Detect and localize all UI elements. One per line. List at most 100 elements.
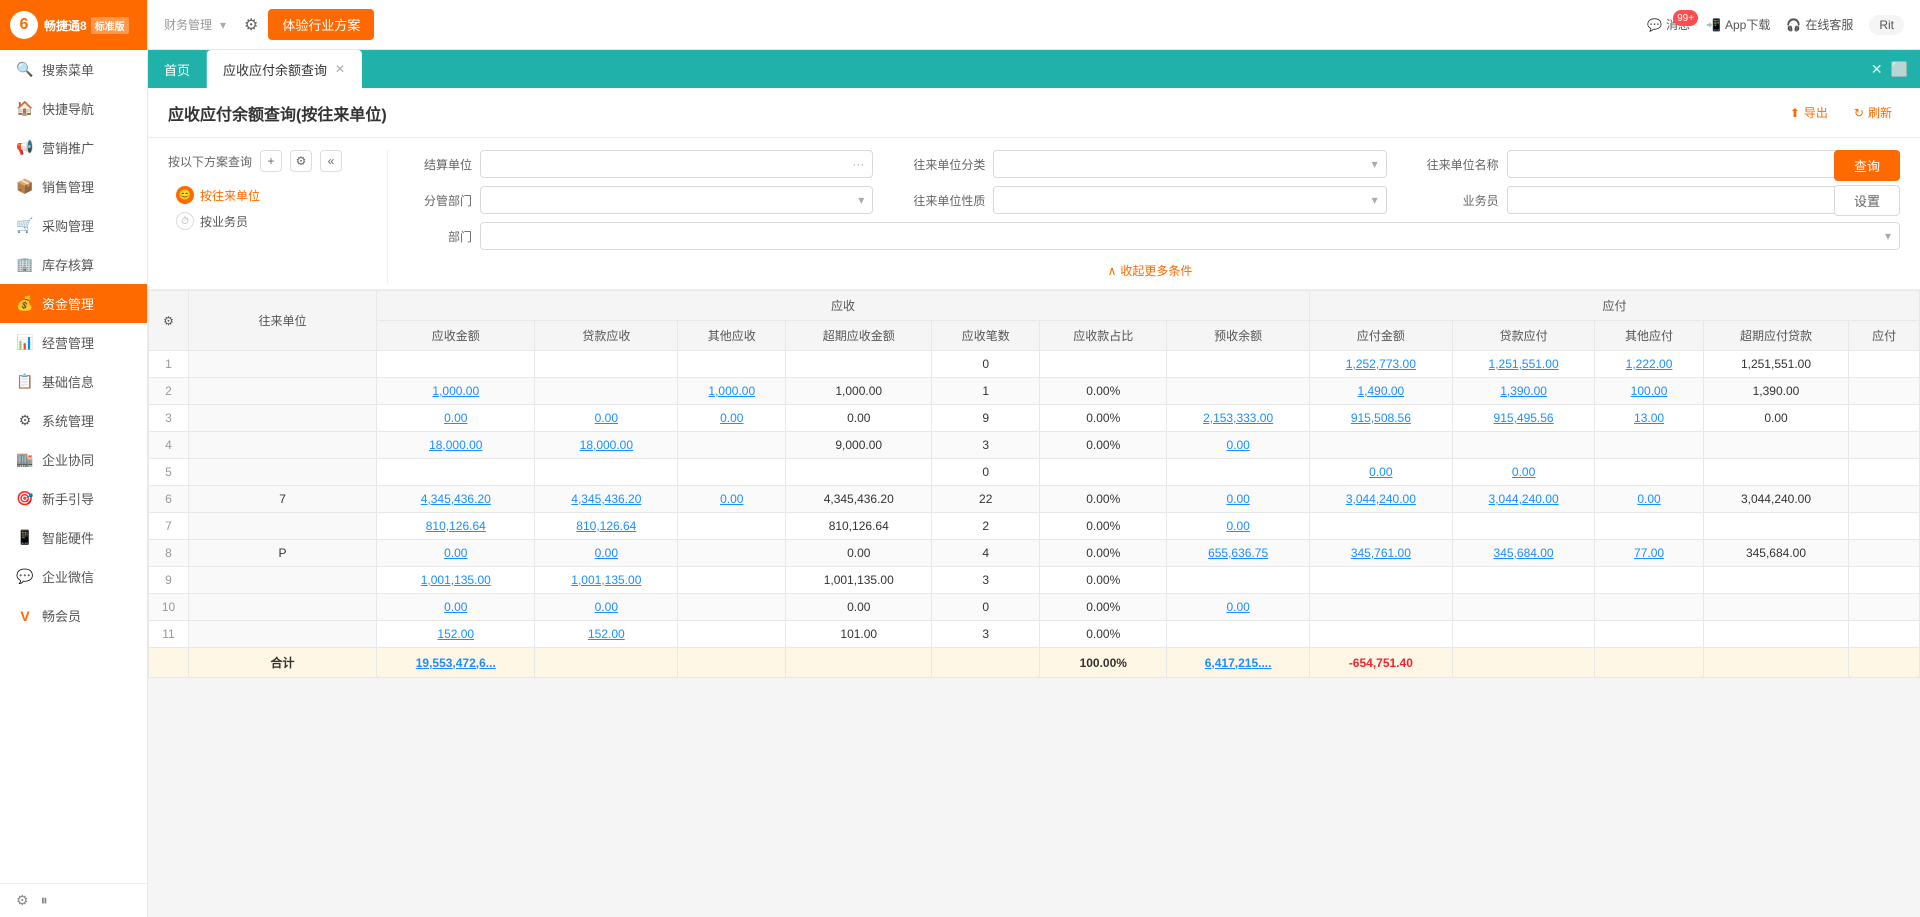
cell-link[interactable]: 0.00 — [444, 546, 467, 560]
cell-link[interactable]: 4,345,436.20 — [421, 492, 491, 506]
row-ys-other[interactable]: 1,000.00 — [678, 378, 786, 405]
cell-link[interactable]: 0.00 — [1226, 438, 1249, 452]
cell-link[interactable]: 0.00 — [1226, 519, 1249, 533]
row-yf-other[interactable]: 0.00 — [1595, 486, 1703, 513]
cell-link[interactable]: 810,126.64 — [576, 519, 636, 533]
row-ys-prepay[interactable]: 0.00 — [1167, 432, 1310, 459]
topbar-gear-icon[interactable]: ⚙ — [244, 15, 258, 35]
row-yf-loan[interactable]: 3,044,240.00 — [1452, 486, 1595, 513]
row-ys-other[interactable] — [678, 513, 786, 540]
row-yf-amt[interactable]: 345,761.00 — [1309, 540, 1452, 567]
cell-link[interactable]: 4,345,436.20 — [571, 492, 641, 506]
tab-ar-ap[interactable]: 应收应付余额查询 ✕ — [207, 50, 362, 88]
row-ys-other[interactable] — [678, 351, 786, 378]
cell-link[interactable]: 13.00 — [1634, 411, 1664, 425]
cell-link[interactable]: 1,000.00 — [708, 384, 755, 398]
sidebar-item-inventory[interactable]: 🏢 库存核算 — [0, 245, 147, 284]
row-ys-prepay[interactable] — [1167, 351, 1310, 378]
partner-cat-select[interactable]: ▾ — [993, 150, 1386, 178]
add-scheme-button[interactable]: + — [260, 150, 282, 172]
row-yf-amt[interactable]: 0.00 — [1309, 459, 1452, 486]
row-yf-loan[interactable] — [1452, 432, 1595, 459]
row-yf-loan[interactable]: 0.00 — [1452, 459, 1595, 486]
row-yf-loan[interactable]: 1,251,551.00 — [1452, 351, 1595, 378]
row-ys-prepay[interactable] — [1167, 378, 1310, 405]
row-ys-other[interactable]: 0.00 — [678, 405, 786, 432]
cell-link[interactable]: 0.00 — [444, 600, 467, 614]
dept-select[interactable]: ▾ — [480, 222, 1900, 250]
row-ys-prepay[interactable] — [1167, 621, 1310, 648]
row-yf-loan[interactable]: 915,495.56 — [1452, 405, 1595, 432]
cell-link[interactable]: 0.00 — [720, 411, 743, 425]
row-yf-loan[interactable] — [1452, 513, 1595, 540]
scheme-by-salesman[interactable]: ⏱ 按业务员 — [168, 208, 375, 234]
tab-maximize-icon[interactable]: ⬜ — [1891, 61, 1908, 78]
cell-link[interactable]: 100.00 — [1631, 384, 1668, 398]
settlement-select[interactable]: ··· — [480, 150, 873, 178]
row-yf-other[interactable]: 100.00 — [1595, 378, 1703, 405]
row-yf-other[interactable] — [1595, 594, 1703, 621]
sidebar-item-operation[interactable]: 📊 经营管理 — [0, 323, 147, 362]
row-yf-other[interactable] — [1595, 621, 1703, 648]
row-ys-loan[interactable]: 152.00 — [535, 621, 678, 648]
th-settings[interactable]: ⚙ — [149, 291, 189, 351]
solution-button[interactable]: 体验行业方案 — [268, 9, 374, 40]
topbar-user[interactable]: Rit — [1869, 15, 1904, 35]
row-ys-other[interactable] — [678, 432, 786, 459]
cell-link[interactable]: 1,001,135.00 — [421, 573, 491, 587]
cell-link[interactable]: 152.00 — [437, 627, 474, 641]
row-ys-loan[interactable]: 1,001,135.00 — [535, 567, 678, 594]
row-ys-amt[interactable]: 0.00 — [377, 540, 535, 567]
row-yf-other[interactable]: 13.00 — [1595, 405, 1703, 432]
sidebar-item-system[interactable]: ⚙ 系统管理 — [0, 401, 147, 440]
row-ys-amt[interactable] — [377, 459, 535, 486]
row-ys-loan[interactable]: 0.00 — [535, 594, 678, 621]
row-yf-loan[interactable]: 1,390.00 — [1452, 378, 1595, 405]
cell-link[interactable]: 0.00 — [1226, 492, 1249, 506]
cell-link[interactable]: 915,495.56 — [1494, 411, 1554, 425]
dept-mgr-select[interactable]: ▾ — [480, 186, 873, 214]
partner-nature-select[interactable]: ▾ — [993, 186, 1386, 214]
row-ys-prepay[interactable]: 0.00 — [1167, 513, 1310, 540]
cell-link[interactable]: 18,000.00 — [429, 438, 482, 452]
row-ys-prepay[interactable] — [1167, 459, 1310, 486]
row-ys-loan[interactable] — [535, 459, 678, 486]
row-yf-amt[interactable]: 1,490.00 — [1309, 378, 1452, 405]
topbar-message[interactable]: 💬 消息 99+ — [1647, 16, 1690, 33]
row-yf-other[interactable]: 1,222.00 — [1595, 351, 1703, 378]
row-yf-other[interactable] — [1595, 567, 1703, 594]
row-ys-other[interactable] — [678, 594, 786, 621]
row-ys-amt[interactable] — [377, 351, 535, 378]
row-ys-prepay[interactable]: 0.00 — [1167, 594, 1310, 621]
row-yf-other[interactable] — [1595, 513, 1703, 540]
export-button[interactable]: ⬆ 导出 — [1782, 100, 1836, 125]
cell-link[interactable]: 0.00 — [1226, 600, 1249, 614]
topbar-service[interactable]: 🎧 在线客服 — [1786, 16, 1853, 33]
cell-link[interactable]: 0.00 — [595, 600, 618, 614]
row-ys-other[interactable] — [678, 459, 786, 486]
row-ys-amt[interactable]: 18,000.00 — [377, 432, 535, 459]
row-yf-loan[interactable] — [1452, 594, 1595, 621]
cell-link[interactable]: 655,636.75 — [1208, 546, 1268, 560]
cell-link[interactable]: 3,044,240.00 — [1489, 492, 1559, 506]
cell-link[interactable]: 0.00 — [1512, 465, 1535, 479]
row-yf-amt[interactable] — [1309, 594, 1452, 621]
row-yf-amt[interactable] — [1309, 513, 1452, 540]
cell-link[interactable]: 18,000.00 — [580, 438, 633, 452]
row-ys-amt[interactable]: 1,000.00 — [377, 378, 535, 405]
row-ys-loan[interactable] — [535, 378, 678, 405]
cell-link[interactable]: 1,252,773.00 — [1346, 357, 1416, 371]
row-yf-amt[interactable] — [1309, 567, 1452, 594]
sidebar-item-purchase[interactable]: 🛒 采购管理 — [0, 206, 147, 245]
cell-link[interactable]: 0.00 — [595, 411, 618, 425]
row-ys-amt[interactable]: 152.00 — [377, 621, 535, 648]
cell-link[interactable]: 1,222.00 — [1626, 357, 1673, 371]
row-ys-loan[interactable]: 0.00 — [535, 540, 678, 567]
row-yf-amt[interactable]: 915,508.56 — [1309, 405, 1452, 432]
cell-link[interactable]: 1,001,135.00 — [571, 573, 641, 587]
filter-collapse-button[interactable]: ∧ 收起更多条件 — [400, 258, 1900, 283]
row-ys-amt[interactable]: 810,126.64 — [377, 513, 535, 540]
sidebar-item-hardware[interactable]: 📱 智能硬件 — [0, 518, 147, 557]
cell-link[interactable]: 77.00 — [1634, 546, 1664, 560]
collapse-scheme-button[interactable]: « — [320, 150, 342, 172]
